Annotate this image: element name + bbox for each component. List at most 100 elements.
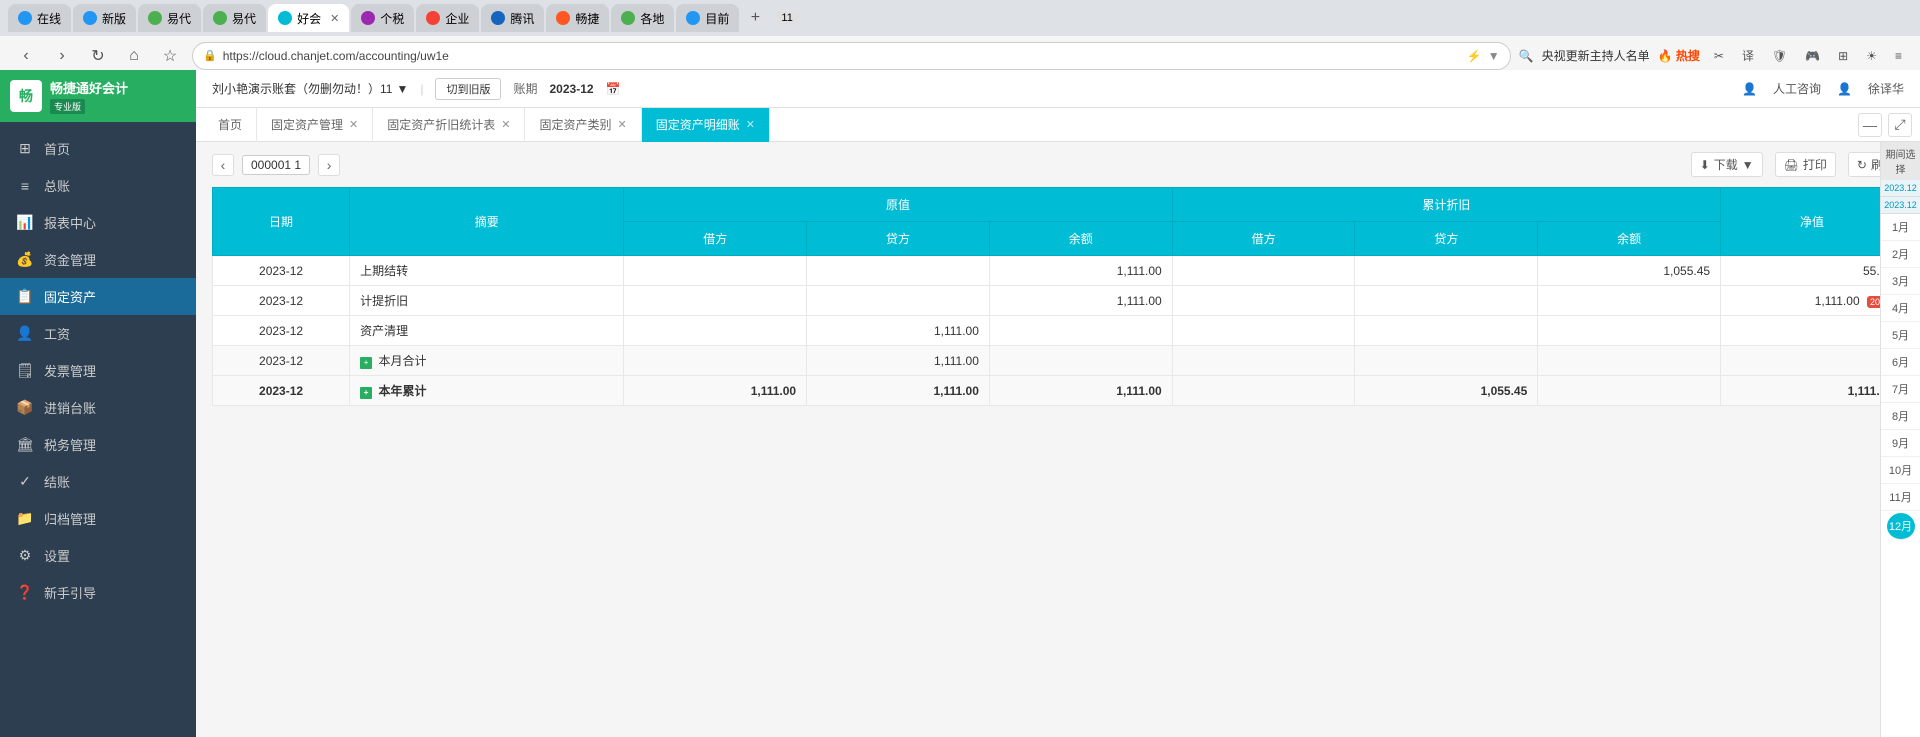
page-tab-detail-account-close[interactable]: ✕ xyxy=(746,118,755,131)
period-month-5[interactable]: 5月 xyxy=(1881,322,1920,349)
period-month-2[interactable]: 2月 xyxy=(1881,241,1920,268)
period-month-8[interactable]: 8月 xyxy=(1881,403,1920,430)
company-selector[interactable]: 刘小艳演示账套（勿删勿动！）11 ▼ xyxy=(212,80,408,97)
period-month-7[interactable]: 7月 xyxy=(1881,376,1920,403)
print-button[interactable]: 🖨 打印 xyxy=(1775,152,1836,177)
scissors-icon[interactable]: ✂ xyxy=(1708,47,1730,65)
row-date-3: 2023-12 xyxy=(213,346,350,376)
period-month-6[interactable]: 6月 xyxy=(1881,349,1920,376)
period-month-3[interactable]: 3月 xyxy=(1881,268,1920,295)
switch-version-button[interactable]: 切到旧版 xyxy=(435,78,501,100)
browser-tab-5[interactable]: 个税 xyxy=(351,4,414,32)
period-month-9[interactable]: 9月 xyxy=(1881,430,1920,457)
sidebar-item-invoice[interactable]: 🗒 发票管理 xyxy=(0,352,196,389)
download-dropdown-icon: ▼ xyxy=(1742,158,1754,172)
browser-tab-10[interactable]: 目前 xyxy=(676,4,739,32)
reload-button[interactable]: ↻ xyxy=(84,42,112,70)
browser-tab-3[interactable]: 易代 xyxy=(203,4,266,32)
sidebar-item-funds[interactable]: 💰 资金管理 xyxy=(0,241,196,278)
bookmark-button[interactable]: ☆ xyxy=(156,42,184,70)
download-button[interactable]: ⬇ 下载 ▼ xyxy=(1691,152,1763,177)
browser-tab-0[interactable]: 在线 xyxy=(8,4,71,32)
address-bar[interactable]: 🔒 https://cloud.chanjet.com/accounting/u… xyxy=(192,42,1511,70)
period-month-4[interactable]: 4月 xyxy=(1881,295,1920,322)
page-tab-depreciation-stat[interactable]: 固定资产折旧统计表 ✕ xyxy=(373,108,525,142)
shield-icon[interactable]: 🛡 xyxy=(1766,47,1793,65)
sidebar-item-home[interactable]: ⊞ 首页 xyxy=(0,130,196,167)
page-tab-depreciation-stat-label: 固定资产折旧统计表 xyxy=(387,116,495,133)
page-tab-category-close[interactable]: ✕ xyxy=(618,118,627,131)
period-month-1[interactable]: 1月 xyxy=(1881,214,1920,241)
page-tab-fixed-mgmt[interactable]: 固定资产管理 ✕ xyxy=(257,108,373,142)
browser-tab-2[interactable]: 易代 xyxy=(138,4,201,32)
translate-icon[interactable]: 译 xyxy=(1736,45,1760,66)
browser-tab-4[interactable]: 好会 ✕ xyxy=(268,4,349,32)
hot-search-label[interactable]: 🔥 热搜 xyxy=(1658,47,1700,64)
sidebar-item-guide[interactable]: ❓ 新手引导 xyxy=(0,574,196,611)
row-accum-credit-2 xyxy=(1355,316,1538,346)
page-tab-detail-account[interactable]: 固定资产明细账 ✕ xyxy=(642,108,770,142)
sidebar-item-fixed-assets[interactable]: 📋 固定资产 xyxy=(0,278,196,315)
table-row: 2023-12 计提折旧 1,111.00 1,111.00 2023 xyxy=(213,286,1904,316)
page-tab-category[interactable]: 固定资产类别 ✕ xyxy=(525,108,641,142)
sidebar-item-closing[interactable]: ✓ 结账 xyxy=(0,463,196,500)
tab-badge: 11 xyxy=(775,11,798,25)
dropdown-icon[interactable]: ▼ xyxy=(1488,49,1500,63)
sidebar-item-tax[interactable]: 🏛 税务管理 xyxy=(0,426,196,463)
row-accum-debit-0 xyxy=(1172,256,1355,286)
home-button[interactable]: ⌂ xyxy=(120,42,148,70)
sidebar-item-purchase-sales[interactable]: 📦 进销台账 xyxy=(0,389,196,426)
sidebar-item-settings[interactable]: ⚙ 设置 xyxy=(0,537,196,574)
period-month-11[interactable]: 11月 xyxy=(1881,484,1920,511)
page-tab-strip: 首页 固定资产管理 ✕ 固定资产折旧统计表 ✕ 固定资产类别 ✕ 固定资产明细账… xyxy=(196,108,1920,142)
user-label[interactable]: 徐译华 xyxy=(1868,80,1904,97)
row-accum-debit-3 xyxy=(1172,346,1355,376)
expand-button[interactable]: ⤢ xyxy=(1888,113,1912,137)
browser-tab-label-7: 腾讯 xyxy=(510,10,534,27)
browser-tab-7[interactable]: 腾讯 xyxy=(481,4,544,32)
calendar-icon[interactable]: 📅 xyxy=(606,82,621,96)
row-orig-balance-1: 1,111.00 xyxy=(989,286,1172,316)
browser-tab-label-0: 在线 xyxy=(37,10,61,27)
browser-tab-1[interactable]: 新版 xyxy=(73,4,136,32)
browser-tab-bar: 在线 新版 易代 易代 好会 ✕ 个税 企业 腾讯 xyxy=(0,0,1920,36)
sidebar-item-reports[interactable]: 📊 报表中心 xyxy=(0,204,196,241)
header-summary: 摘要 xyxy=(350,188,624,256)
next-page-button[interactable]: › xyxy=(318,154,340,176)
row-accum-credit-3 xyxy=(1355,346,1538,376)
new-tab-button[interactable]: + xyxy=(741,4,769,32)
settings-icon[interactable]: ≡ xyxy=(1889,47,1908,65)
sidebar-item-archive[interactable]: 📁 归档管理 xyxy=(0,500,196,537)
browser-tab-8[interactable]: 畅捷 xyxy=(546,4,609,32)
period-month-10[interactable]: 10月 xyxy=(1881,457,1920,484)
sidebar-item-ledger[interactable]: ≡ 总账 xyxy=(0,167,196,204)
browser-tab-9[interactable]: 各地 xyxy=(611,4,674,32)
minimize-button[interactable]: — xyxy=(1858,113,1882,137)
header-original-credit: 贷方 xyxy=(807,222,990,256)
page-tab-fixed-mgmt-close[interactable]: ✕ xyxy=(349,118,358,131)
forward-button[interactable]: › xyxy=(48,42,76,70)
page-number[interactable]: 000001 1 xyxy=(242,155,310,175)
browser-tab-6[interactable]: 企业 xyxy=(416,4,479,32)
browser-tab-close-4[interactable]: ✕ xyxy=(330,12,339,25)
period-selected-start[interactable]: 2023.12 xyxy=(1881,180,1920,197)
prev-page-button[interactable]: ‹ xyxy=(212,154,234,176)
period-selected-end[interactable]: 2023.12 xyxy=(1881,197,1920,214)
page-tab-detail-account-label: 固定资产明细账 xyxy=(656,116,740,133)
home-icon: ⊞ xyxy=(16,140,34,158)
sidebar-item-payroll[interactable]: 👤 工资 xyxy=(0,315,196,352)
page-tab-depreciation-stat-close[interactable]: ✕ xyxy=(501,118,510,131)
row-accum-balance-1 xyxy=(1538,286,1721,316)
gamepad-icon[interactable]: 🎮 xyxy=(1799,47,1826,65)
help-label[interactable]: 人工咨询 xyxy=(1773,80,1821,97)
row-net-value-4: 1,111.00 xyxy=(1721,376,1904,406)
ledger-icon: ≡ xyxy=(16,177,34,195)
grid-icon[interactable]: ⊞ xyxy=(1832,47,1854,65)
brightness-icon[interactable]: ☀ xyxy=(1860,47,1883,65)
search-icon: 🔍 xyxy=(1519,49,1534,63)
header-accum-credit: 贷方 xyxy=(1355,222,1538,256)
sidebar-item-label-archive: 归档管理 xyxy=(44,509,96,528)
back-button[interactable]: ‹ xyxy=(12,42,40,70)
page-tab-home[interactable]: 首页 xyxy=(204,108,257,142)
period-month-12[interactable]: 12月 xyxy=(1887,513,1915,540)
